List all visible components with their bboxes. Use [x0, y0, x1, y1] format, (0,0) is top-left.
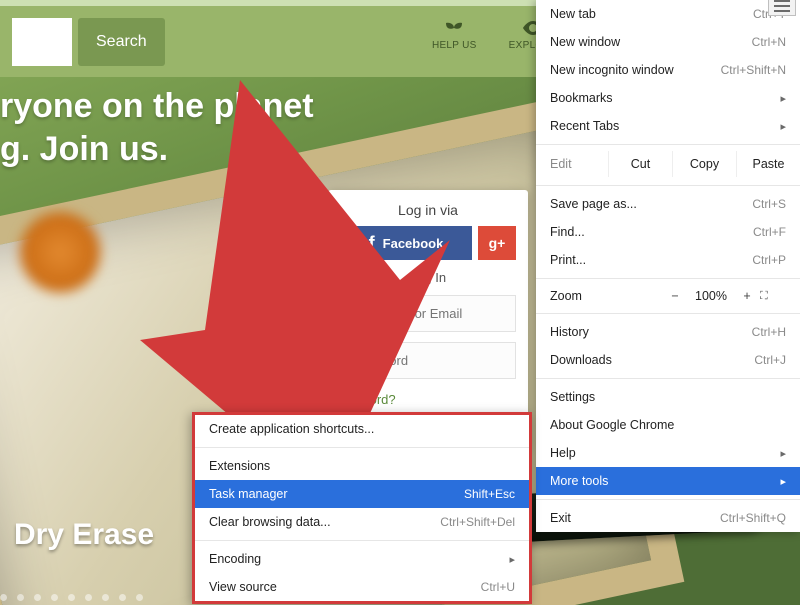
submenu-clear-data[interactable]: Clear browsing data...Ctrl+Shift+Del — [195, 508, 529, 536]
chevron-right-icon: ▸ — [780, 92, 786, 105]
menu-copy[interactable]: Copy — [672, 151, 736, 177]
menu-separator — [536, 378, 800, 379]
menu-print[interactable]: Print...Ctrl+P — [536, 246, 800, 274]
menu-recent-tabs[interactable]: Recent Tabs▸ — [536, 112, 800, 140]
menu-separator — [536, 499, 800, 500]
menu-zoom-row: Zoom − 100% + ⛶ — [536, 283, 800, 309]
menu-history[interactable]: HistoryCtrl+H — [536, 318, 800, 346]
menu-new-tab[interactable]: New tabCtrl+T — [536, 0, 800, 28]
menu-new-window[interactable]: New windowCtrl+N — [536, 28, 800, 56]
facebook-button[interactable]: fFacebook — [340, 226, 472, 260]
menu-save-page[interactable]: Save page as...Ctrl+S — [536, 190, 800, 218]
menu-separator — [536, 144, 800, 145]
menu-downloads[interactable]: DownloadsCtrl+J — [536, 346, 800, 374]
zoom-in-button[interactable]: + — [734, 289, 760, 303]
chevron-right-icon: ▸ — [780, 475, 786, 488]
hero-headline: ryone on the planet g. Join us. — [0, 85, 314, 170]
menu-more-tools[interactable]: More tools▸ — [536, 467, 800, 495]
submenu-task-manager[interactable]: Task managerShift+Esc — [195, 480, 529, 508]
login-via-label: Log in via — [340, 202, 516, 218]
menu-settings[interactable]: Settings — [536, 383, 800, 411]
menu-bookmarks[interactable]: Bookmarks▸ — [536, 84, 800, 112]
menu-separator — [195, 447, 529, 448]
more-tools-submenu: Create application shortcuts... Extensio… — [192, 412, 532, 604]
caption-dry-erase: Dry Erase — [14, 518, 154, 552]
menu-about-chrome[interactable]: About Google Chrome — [536, 411, 800, 439]
chevron-right-icon: ▸ — [780, 447, 786, 460]
menu-cut[interactable]: Cut — [608, 151, 672, 177]
menu-separator — [536, 313, 800, 314]
chrome-main-menu: New tabCtrl+T New windowCtrl+N New incog… — [536, 0, 800, 532]
or-login-label: Log In — [340, 270, 516, 285]
submenu-extensions[interactable]: Extensions — [195, 452, 529, 480]
submenu-create-shortcuts[interactable]: Create application shortcuts... — [195, 415, 529, 443]
menu-separator — [536, 278, 800, 279]
help-us-link[interactable]: HELP US — [432, 16, 477, 51]
facebook-icon: f — [369, 233, 375, 254]
menu-separator — [536, 185, 800, 186]
zoom-value: 100% — [688, 289, 734, 303]
menu-separator — [195, 540, 529, 541]
menu-edit-row: Edit Cut Copy Paste — [536, 149, 800, 181]
help-us-label: HELP US — [432, 40, 477, 51]
menu-edit-label: Edit — [550, 157, 608, 171]
zoom-out-button[interactable]: − — [662, 289, 688, 303]
login-card: Log in via fFacebook g+ Log In assword? … — [328, 190, 528, 447]
zoom-label: Zoom — [550, 289, 662, 303]
menu-incognito[interactable]: New incognito windowCtrl+Shift+N — [536, 56, 800, 84]
password-field[interactable] — [340, 342, 516, 379]
google-plus-button[interactable]: g+ — [478, 226, 516, 260]
submenu-encoding[interactable]: Encoding▸ — [195, 545, 529, 573]
menu-help[interactable]: Help▸ — [536, 439, 800, 467]
username-field[interactable] — [340, 295, 516, 332]
menu-find[interactable]: Find...Ctrl+F — [536, 218, 800, 246]
carousel-dots[interactable] — [0, 594, 143, 601]
sprout-icon — [440, 16, 468, 40]
menu-exit[interactable]: ExitCtrl+Shift+Q — [536, 504, 800, 532]
search-button[interactable]: Search — [78, 18, 165, 66]
menu-paste[interactable]: Paste — [736, 151, 800, 177]
hamburger-icon[interactable] — [768, 0, 796, 16]
chevron-right-icon: ▸ — [509, 553, 515, 566]
search-box: Search — [12, 18, 165, 66]
search-input[interactable] — [12, 18, 72, 66]
fullscreen-icon[interactable]: ⛶ — [760, 290, 786, 303]
submenu-view-source[interactable]: View sourceCtrl+U — [195, 573, 529, 601]
chevron-right-icon: ▸ — [780, 120, 786, 133]
